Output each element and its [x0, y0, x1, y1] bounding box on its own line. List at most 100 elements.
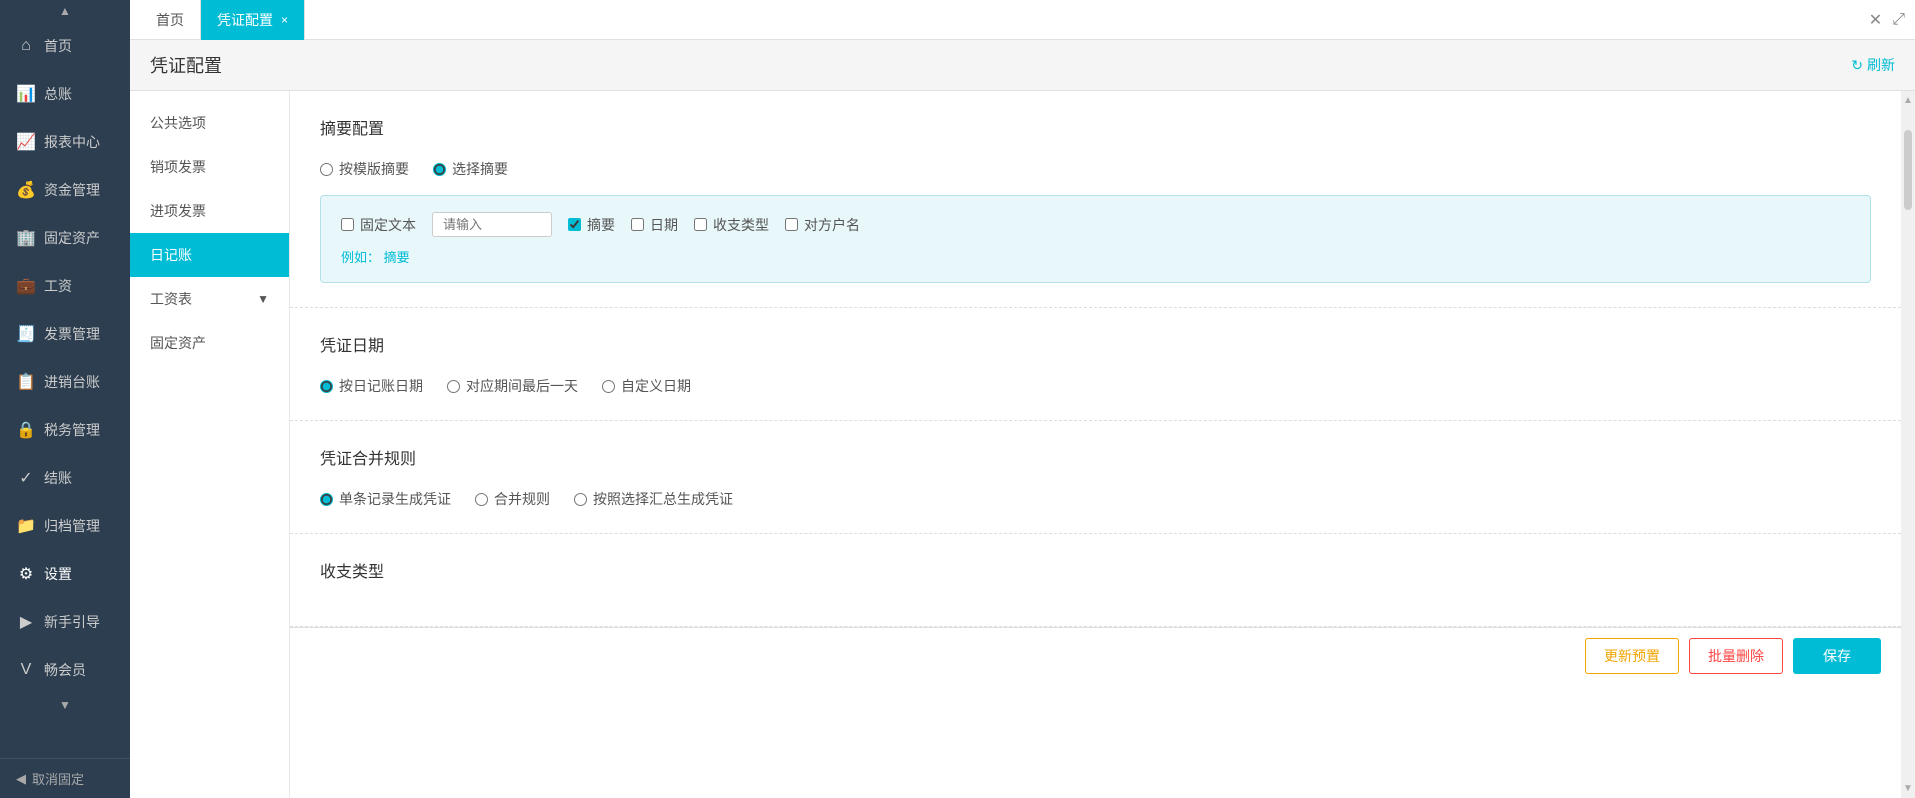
- pin-icon: ◀: [16, 771, 26, 787]
- update-preview-button[interactable]: 更新预置: [1585, 638, 1679, 674]
- checkbox-summary-text: 摘要: [587, 215, 615, 235]
- refresh-icon: ↻: [1851, 57, 1863, 74]
- save-button[interactable]: 保存: [1793, 638, 1881, 674]
- income-expense-section: 收支类型: [290, 534, 1901, 627]
- sidebar-item-reports[interactable]: 📈 报表中心: [0, 118, 130, 166]
- nav-item-journal[interactable]: 日记账: [130, 233, 289, 277]
- fixed-text-input[interactable]: [432, 212, 552, 237]
- sidebar-scroll-down[interactable]: ▼: [0, 694, 130, 716]
- sidebar-item-label: 工资: [44, 276, 72, 296]
- maximize-window-button[interactable]: ⤢: [1892, 10, 1905, 30]
- tab-bar-right: ✕ ⤢: [1869, 10, 1905, 30]
- batch-delete-button[interactable]: 批量删除: [1689, 638, 1783, 674]
- radio-journal-date-text: 按日记账日期: [339, 376, 423, 396]
- radio-period-last-label[interactable]: 对应期间最后一天: [447, 376, 578, 396]
- nav-item-sales[interactable]: 销项发票: [130, 145, 289, 189]
- radio-summary-gen-label[interactable]: 按照选择汇总生成凭证: [574, 489, 733, 509]
- sidebar-item-label: 进销台账: [44, 372, 100, 392]
- archive-icon: 📁: [16, 516, 36, 536]
- sidebar-item-closing[interactable]: ✓ 结账: [0, 454, 130, 502]
- radio-template-label[interactable]: 按模版摘要: [320, 159, 409, 179]
- left-nav: 公共选项 销项发票 进项发票 日记账 工资表 ▼ 固定资产: [130, 91, 290, 798]
- sidebar-item-fixed-assets[interactable]: 🏢 固定资产: [0, 214, 130, 262]
- checkbox-date[interactable]: [631, 218, 644, 231]
- radio-single-label[interactable]: 单条记录生成凭证: [320, 489, 451, 509]
- scroll-down-arrow[interactable]: ▼: [1903, 779, 1913, 798]
- voucher-merge-radio-group: 单条记录生成凭证 合并规则 按照选择汇总生成凭证: [320, 489, 1871, 509]
- sidebar-item-funds[interactable]: 💰 资金管理: [0, 166, 130, 214]
- sidebar-item-purchase-sales[interactable]: 📋 进销台账: [0, 358, 130, 406]
- radio-merge-label[interactable]: 合并规则: [475, 489, 550, 509]
- radio-journal-date[interactable]: [320, 380, 333, 393]
- sidebar-item-ledger[interactable]: 📊 总账: [0, 70, 130, 118]
- radio-summary-gen[interactable]: [574, 493, 587, 506]
- radio-select[interactable]: [433, 163, 446, 176]
- vip-icon: V: [16, 661, 36, 679]
- voucher-date-radio-group: 按日记账日期 对应期间最后一天 自定义日期: [320, 376, 1871, 396]
- checkbox-fixed-text[interactable]: [341, 218, 354, 231]
- radio-period-last[interactable]: [447, 380, 460, 393]
- checkbox-income-type[interactable]: [694, 218, 707, 231]
- nav-item-public[interactable]: 公共选项: [130, 101, 289, 145]
- sidebar-item-label: 设置: [44, 564, 72, 584]
- payroll-icon: 💼: [16, 276, 36, 296]
- summary-box-row: 固定文本 摘要 日期: [341, 212, 1850, 237]
- sidebar-item-label: 税务管理: [44, 420, 100, 440]
- radio-journal-date-label[interactable]: 按日记账日期: [320, 376, 423, 396]
- sidebar-item-tax-mgmt[interactable]: 🔒 税务管理: [0, 406, 130, 454]
- tab-home[interactable]: 首页: [140, 0, 201, 40]
- example-value: 摘要: [384, 250, 410, 265]
- sidebar-item-vip[interactable]: V 畅会员: [0, 646, 130, 694]
- checkbox-summary[interactable]: [568, 218, 581, 231]
- radio-summary-gen-text: 按照选择汇总生成凭证: [593, 489, 733, 509]
- radio-custom-date-label[interactable]: 自定义日期: [602, 376, 691, 396]
- checkbox-summary-label[interactable]: 摘要: [568, 215, 615, 235]
- checkbox-counterpart[interactable]: [785, 218, 798, 231]
- radio-custom-date[interactable]: [602, 380, 615, 393]
- invoice-icon: 🧾: [16, 324, 36, 344]
- checkbox-fixed-text-label[interactable]: 固定文本: [341, 215, 416, 235]
- sidebar-item-settings[interactable]: ⚙ 设置: [0, 550, 130, 598]
- sidebar-item-home[interactable]: ⌂ 首页: [0, 22, 130, 70]
- sidebar-item-label: 发票管理: [44, 324, 100, 344]
- sidebar-item-guide[interactable]: ▶ 新手引导: [0, 598, 130, 646]
- refresh-button[interactable]: ↻ 刷新: [1851, 55, 1895, 75]
- sidebar-item-archive[interactable]: 📁 归档管理: [0, 502, 130, 550]
- nav-item-label: 销项发票: [150, 157, 206, 177]
- checkbox-counterpart-label[interactable]: 对方户名: [785, 215, 860, 235]
- nav-item-fixed-assets[interactable]: 固定资产: [130, 321, 289, 365]
- nav-item-label: 日记账: [150, 245, 192, 265]
- radio-template[interactable]: [320, 163, 333, 176]
- income-expense-title: 收支类型: [320, 558, 1871, 582]
- radio-merge-text: 合并规则: [494, 489, 550, 509]
- close-window-button[interactable]: ✕: [1869, 10, 1882, 30]
- voucher-date-title: 凭证日期: [320, 332, 1871, 356]
- scroll-up-arrow[interactable]: ▲: [1903, 91, 1913, 110]
- checkbox-counterpart-text: 对方户名: [804, 215, 860, 235]
- radio-period-last-text: 对应期间最后一天: [466, 376, 578, 396]
- sidebar-item-label: 首页: [44, 36, 72, 56]
- tab-home-label: 首页: [156, 10, 184, 30]
- scroll-thumb[interactable]: [1904, 130, 1912, 210]
- right-scrollbar[interactable]: ▲ ▼: [1901, 91, 1915, 798]
- radio-select-label[interactable]: 选择摘要: [433, 159, 508, 179]
- tab-close-icon[interactable]: ×: [281, 13, 288, 27]
- sidebar-scroll-up[interactable]: ▲: [0, 0, 130, 22]
- guide-icon: ▶: [16, 612, 36, 632]
- purchase-sales-icon: 📋: [16, 372, 36, 392]
- nav-item-payroll-table[interactable]: 工资表 ▼: [130, 277, 289, 321]
- tab-voucher[interactable]: 凭证配置 ×: [201, 0, 305, 40]
- nav-item-purchase[interactable]: 进项发票: [130, 189, 289, 233]
- right-content: 摘要配置 按模版摘要 选择摘要: [290, 91, 1901, 798]
- sidebar-unpin[interactable]: ◀ 取消固定: [0, 758, 130, 798]
- home-icon: ⌂: [16, 37, 36, 55]
- sidebar-item-label: 总账: [44, 84, 72, 104]
- tax-icon: 🔒: [16, 420, 36, 440]
- sidebar-item-payroll[interactable]: 💼 工资: [0, 262, 130, 310]
- radio-merge[interactable]: [475, 493, 488, 506]
- sidebar-item-invoice-mgmt[interactable]: 🧾 发票管理: [0, 310, 130, 358]
- summary-config-title: 摘要配置: [320, 115, 1871, 139]
- checkbox-date-label[interactable]: 日期: [631, 215, 678, 235]
- radio-single[interactable]: [320, 493, 333, 506]
- checkbox-income-type-label[interactable]: 收支类型: [694, 215, 769, 235]
